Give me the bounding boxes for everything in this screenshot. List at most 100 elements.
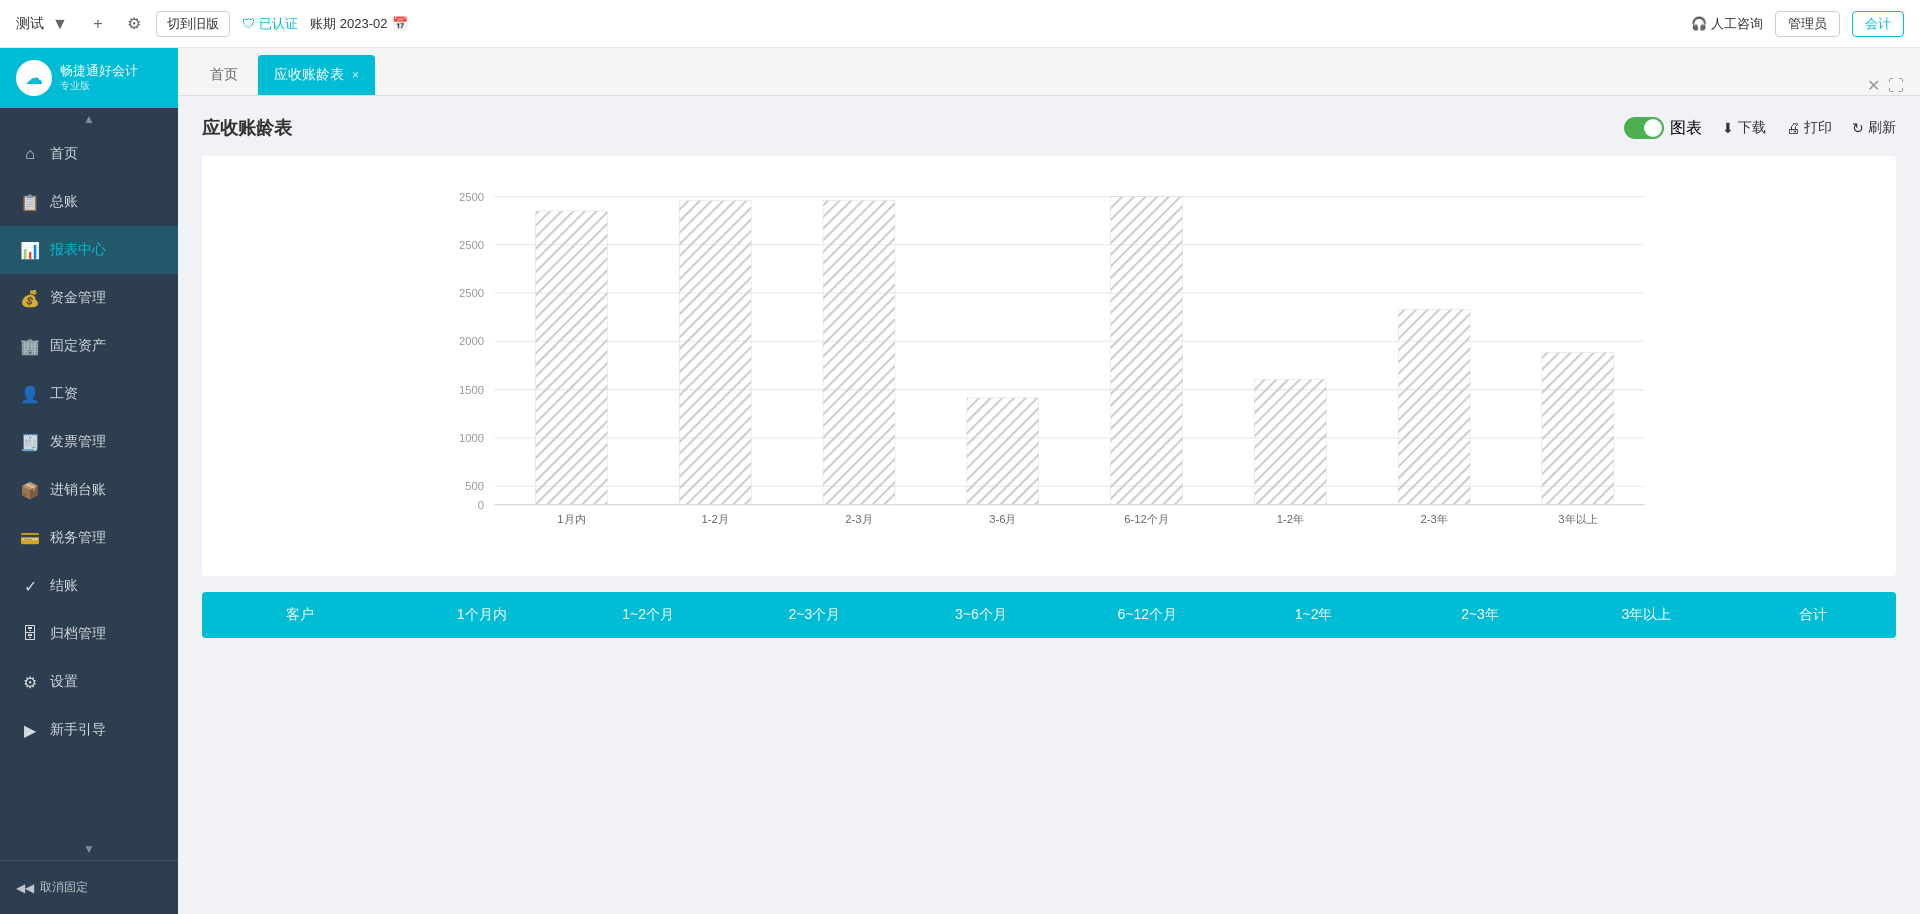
sidebar-scroll: ⌂ 首页 📋 总账 📊 报表中心 💰 资金管理 🏢 固定资产 👤 工资 🧾 发票… [0, 130, 178, 838]
chart-svg: 2500 2500 2500 2000 1500 1000 500 0 [222, 176, 1876, 556]
bar-chart: 2500 2500 2500 2000 1500 1000 500 0 [222, 176, 1876, 556]
bar-1-2年 [1254, 379, 1326, 504]
salary-icon: 👤 [20, 385, 40, 404]
service-button[interactable]: 🎧 人工咨询 [1691, 15, 1763, 33]
svg-text:2-3年: 2-3年 [1420, 513, 1447, 525]
tab-close-window-icon[interactable]: ✕ [1867, 76, 1880, 95]
download-button[interactable]: ⬇ 下载 [1722, 119, 1766, 137]
sidebar-item-archive[interactable]: 🗄 归档管理 [0, 610, 178, 658]
period-info: 账期 2023-02 📅 [310, 15, 408, 33]
sidebar-item-invoice[interactable]: 🧾 发票管理 [0, 418, 178, 466]
user-button[interactable]: 管理员 [1775, 11, 1840, 37]
topbar-right: 🎧 人工咨询 管理员 会计 [1691, 11, 1904, 37]
toggle-switch[interactable] [1624, 117, 1664, 139]
tab-expand-icon[interactable]: ⛶ [1888, 77, 1904, 95]
sidebar-label-guide: 新手引导 [50, 721, 106, 739]
sidebar-item-salary[interactable]: 👤 工资 [0, 370, 178, 418]
svg-text:0: 0 [478, 499, 484, 511]
table-header-cell: 3~6个月 [898, 592, 1064, 638]
table-header-cell: 2~3年 [1397, 592, 1563, 638]
sidebar-item-report[interactable]: 📊 报表中心 [0, 226, 178, 274]
sidebar-item-trade[interactable]: 📦 进销台账 [0, 466, 178, 514]
tab-bar: 首页 应收账龄表× ✕ ⛶ [178, 48, 1920, 96]
calendar-icon[interactable]: 📅 [392, 16, 408, 31]
main-layout: ☁ 畅捷通好会计 专业版 ▲ ⌂ 首页 📋 总账 📊 报表中心 💰 资金管理 🏢… [0, 48, 1920, 914]
assets-icon: 🏢 [20, 337, 40, 356]
ledger-icon: 📋 [20, 193, 40, 212]
certified-badge: 🛡 已认证 [242, 15, 298, 33]
chart-toggle[interactable]: 图表 [1624, 117, 1702, 139]
bar-6-12月 [1111, 197, 1183, 505]
logo-text: 畅捷通好会计 专业版 [60, 63, 138, 94]
role-button[interactable]: 会计 [1852, 11, 1904, 37]
settings-button[interactable]: ⚙ [120, 10, 148, 38]
download-icon: ⬇ [1722, 120, 1734, 136]
svg-text:500: 500 [465, 480, 484, 492]
svg-text:3年以上: 3年以上 [1558, 513, 1597, 525]
bar-3年以上 [1542, 353, 1614, 505]
sidebar-label-settings: 设置 [50, 673, 78, 691]
tab-label-home: 首页 [210, 66, 238, 84]
table-header-cell: 1~2个月 [565, 592, 731, 638]
refresh-label: 刷新 [1868, 119, 1896, 137]
sidebar-label-trade: 进销台账 [50, 481, 106, 499]
sidebar-item-settings[interactable]: ⚙ 设置 [0, 658, 178, 706]
content-area: 首页 应收账龄表× ✕ ⛶ 应收账龄表 图表 ⬇ 下载 [178, 48, 1920, 914]
sidebar-item-tax[interactable]: 💳 税务管理 [0, 514, 178, 562]
report-icon: 📊 [20, 241, 40, 260]
home-icon: ⌂ [20, 145, 40, 163]
tab-aging[interactable]: 应收账龄表× [258, 55, 375, 95]
sidebar-item-funds[interactable]: 💰 资金管理 [0, 274, 178, 322]
tab-close-aging[interactable]: × [352, 68, 359, 82]
settings-icon: ⚙ [20, 673, 40, 692]
funds-icon: 💰 [20, 289, 40, 308]
page-header-actions: 图表 ⬇ 下载 🖨 打印 ↻ 刷新 [1624, 117, 1896, 139]
table-header-cell: 6~12个月 [1064, 592, 1230, 638]
add-button[interactable]: + [84, 10, 112, 38]
svg-text:3-6月: 3-6月 [989, 513, 1016, 525]
tab-home[interactable]: 首页 [194, 55, 254, 95]
svg-text:2000: 2000 [459, 335, 484, 347]
sidebar-item-assets[interactable]: 🏢 固定资产 [0, 322, 178, 370]
sidebar-label-ledger: 总账 [50, 193, 78, 211]
sidebar-label-salary: 工资 [50, 385, 78, 403]
sidebar-item-home[interactable]: ⌂ 首页 [0, 130, 178, 178]
bar-3-6月 [967, 398, 1039, 505]
svg-text:1-2年: 1-2年 [1277, 513, 1304, 525]
headset-icon: 🎧 [1691, 16, 1707, 31]
svg-text:6-12个月: 6-12个月 [1124, 513, 1169, 525]
table-header-cell: 客户 [202, 592, 398, 638]
sidebar-item-close[interactable]: ✓ 结账 [0, 562, 178, 610]
company-dropdown-icon[interactable]: ▼ [52, 15, 68, 33]
period-label: 账期 [310, 15, 336, 33]
table-header-cell: 合计 [1730, 592, 1896, 638]
sidebar-label-invoice: 发票管理 [50, 433, 106, 451]
scroll-up-arrow[interactable]: ▲ [83, 112, 95, 126]
invoice-icon: 🧾 [20, 433, 40, 452]
trade-icon: 📦 [20, 481, 40, 500]
sidebar-label-funds: 资金管理 [50, 289, 106, 307]
logo-sub: 专业版 [60, 79, 138, 93]
chart-container: 2500 2500 2500 2000 1500 1000 500 0 [202, 156, 1896, 576]
table-header-cell: 1个月内 [398, 592, 564, 638]
page-content: 应收账龄表 图表 ⬇ 下载 🖨 打印 [178, 96, 1920, 914]
svg-text:1000: 1000 [459, 432, 484, 444]
sidebar-logo: ☁ 畅捷通好会计 专业版 [0, 48, 178, 108]
refresh-icon: ↻ [1852, 120, 1864, 136]
refresh-button[interactable]: ↻ 刷新 [1852, 119, 1896, 137]
scroll-down-arrow[interactable]: ▼ [83, 842, 95, 856]
unpin-button[interactable]: ◀◀ 取消固定 [0, 871, 178, 904]
page-title: 应收账龄表 [202, 116, 292, 140]
bar-1月内 [535, 211, 607, 505]
sidebar-label-home: 首页 [50, 145, 78, 163]
sidebar-bottom: ◀◀ 取消固定 [0, 860, 178, 914]
sidebar-item-ledger[interactable]: 📋 总账 [0, 178, 178, 226]
sidebar-item-guide[interactable]: ▶ 新手引导 [0, 706, 178, 754]
sidebar-label-assets: 固定资产 [50, 337, 106, 355]
print-button[interactable]: 🖨 打印 [1786, 119, 1832, 137]
table-header-cell: 3年以上 [1563, 592, 1729, 638]
tab-bar-right: ✕ ⛶ [1867, 76, 1904, 95]
download-label: 下载 [1738, 119, 1766, 137]
pin-icon: ◀◀ [16, 881, 34, 895]
switch-old-version-button[interactable]: 切到旧版 [156, 11, 230, 37]
